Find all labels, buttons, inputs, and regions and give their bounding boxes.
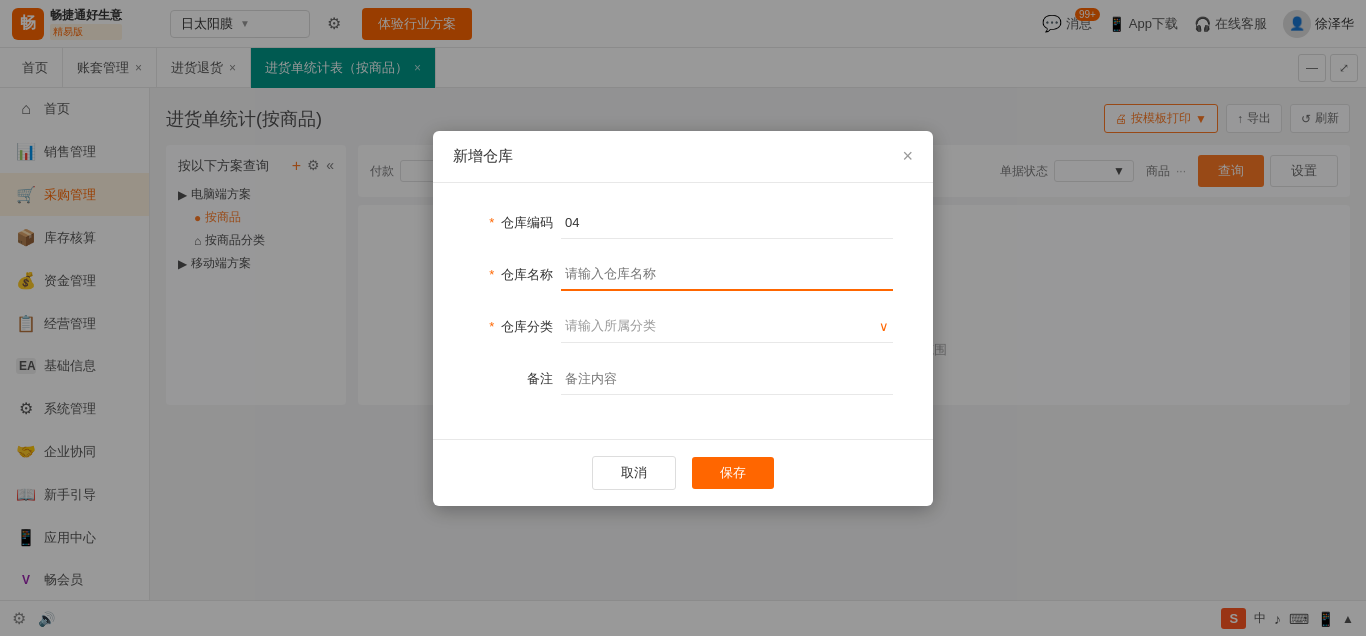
form-row-code: * 仓库编码 [473, 207, 893, 239]
remark-label: 备注 [473, 370, 553, 388]
dialog-title: 新增仓库 [453, 147, 513, 166]
name-label: * 仓库名称 [473, 266, 553, 284]
form-row-remark: 备注 [473, 363, 893, 395]
cancel-button[interactable]: 取消 [592, 456, 676, 490]
dialog-close-icon[interactable]: × [902, 147, 913, 165]
category-label: * 仓库分类 [473, 318, 553, 336]
code-label: * 仓库编码 [473, 214, 553, 232]
required-marker-3: * [489, 319, 494, 334]
dialog-body: * 仓库编码 * 仓库名称 * 仓库分类 请输入所属 [433, 183, 933, 439]
required-marker-2: * [489, 267, 494, 282]
form-row-category: * 仓库分类 请输入所属分类 ∨ [473, 311, 893, 343]
remark-input[interactable] [561, 363, 893, 395]
dialog-footer: 取消 保存 [433, 439, 933, 506]
dialog-add-warehouse: 新增仓库 × * 仓库编码 * 仓库名称 [433, 131, 933, 506]
required-marker: * [489, 215, 494, 230]
category-dropdown-icon: ∨ [879, 319, 889, 334]
form-row-name: * 仓库名称 [473, 259, 893, 291]
category-placeholder: 请输入所属分类 [565, 317, 656, 335]
save-button[interactable]: 保存 [692, 457, 774, 489]
dialog-header: 新增仓库 × [433, 131, 933, 183]
modal-overlay[interactable]: 新增仓库 × * 仓库编码 * 仓库名称 [0, 0, 1366, 636]
warehouse-name-input[interactable] [561, 259, 893, 291]
category-select[interactable]: 请输入所属分类 ∨ [561, 311, 893, 343]
code-input[interactable] [561, 207, 893, 239]
